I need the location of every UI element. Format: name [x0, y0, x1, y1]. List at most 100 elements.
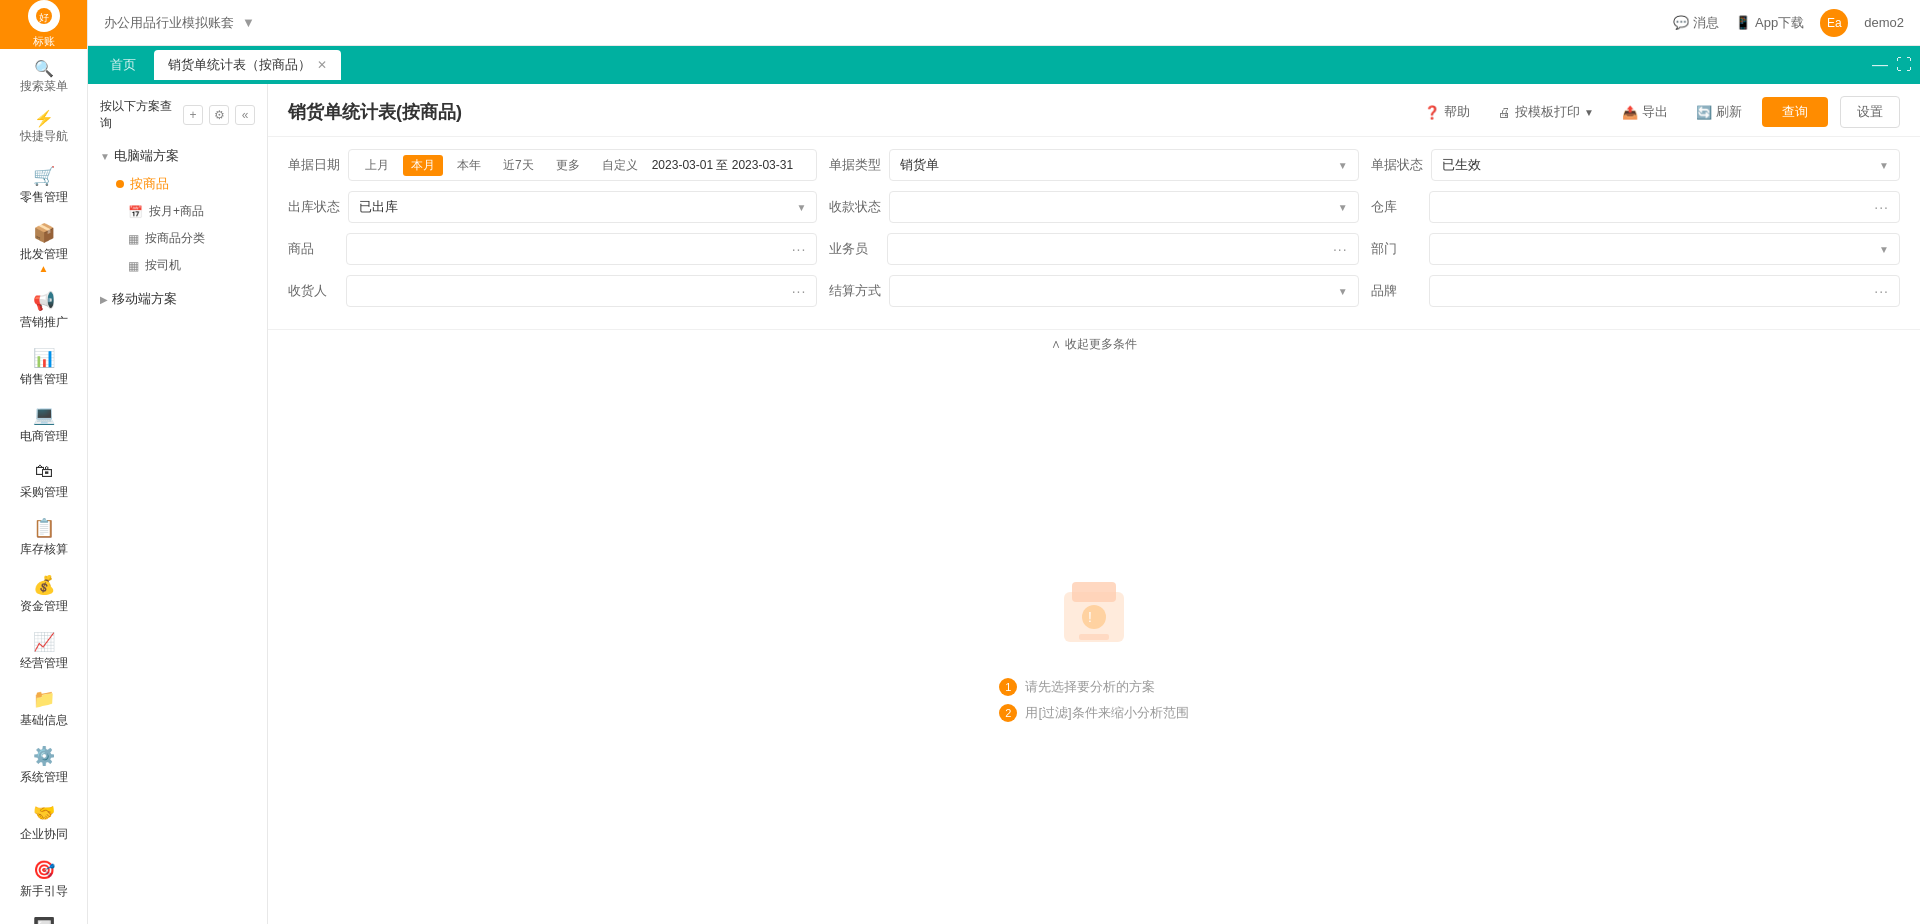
- sidebar-item-inventory[interactable]: 📋 库存核算: [0, 509, 87, 566]
- collapse-label: 收起更多条件: [1065, 337, 1137, 351]
- tab-home[interactable]: 首页: [96, 50, 150, 80]
- tab-sales-stat-close[interactable]: ✕: [317, 59, 327, 71]
- sidebar-item-sales[interactable]: 📊 销售管理: [0, 339, 87, 396]
- page-title: 销货单统计表(按商品): [288, 100, 462, 124]
- doc-status-control[interactable]: 已生效 ▼: [1431, 149, 1900, 181]
- receipt-status-arrow-icon: ▼: [1338, 202, 1348, 213]
- wholesale-label: 批发管理: [20, 246, 68, 263]
- settings-scheme-button[interactable]: ⚙: [209, 105, 229, 125]
- sidebar-item-wholesale[interactable]: 📦 批发管理 ▲: [0, 214, 87, 282]
- goods-control[interactable]: ···: [346, 233, 817, 265]
- collapse-panel-button[interactable]: «: [235, 105, 255, 125]
- export-icon: 📤: [1622, 105, 1638, 120]
- logo-icon: 好: [28, 0, 60, 32]
- help-label: 帮助: [1444, 103, 1470, 121]
- workspace-dropdown-icon[interactable]: ▼: [242, 15, 255, 30]
- sidebar-item-operations[interactable]: 📈 经营管理: [0, 623, 87, 680]
- scheme-panel-header: 按以下方案查询 + ⚙ «: [88, 94, 267, 136]
- sidebar-item-search[interactable]: 🔍 搜索菜单: [0, 49, 87, 101]
- filter-dept: 部门 ▼: [1371, 233, 1900, 265]
- add-scheme-button[interactable]: +: [183, 105, 203, 125]
- date-btn-7days[interactable]: 近7天: [495, 155, 542, 176]
- scheme-item-by-month-product-label: 按月+商品: [149, 203, 204, 220]
- retail-icon: 🛒: [33, 165, 55, 187]
- scheme-item-by-register[interactable]: ▦ 按司机: [88, 252, 267, 279]
- date-btn-last-month[interactable]: 上月: [357, 155, 397, 176]
- date-btn-more[interactable]: 更多: [548, 155, 588, 176]
- system-label: 系统管理: [20, 769, 68, 786]
- message-label: 消息: [1693, 14, 1719, 32]
- sidebar-item-base-info[interactable]: 📁 基础信息: [0, 680, 87, 737]
- message-button[interactable]: 💬 消息: [1673, 14, 1719, 32]
- chevron-down-icon: ▼: [100, 151, 110, 162]
- export-button[interactable]: 📤 导出: [1614, 99, 1676, 125]
- help-button[interactable]: ❓ 帮助: [1416, 99, 1478, 125]
- doc-type-control[interactable]: 销货单 ▼: [889, 149, 1358, 181]
- svg-text:好: 好: [39, 12, 49, 23]
- help-icon: ❓: [1424, 105, 1440, 120]
- sidebar: 好 标账 🔍 搜索菜单 ⚡ 快捷导航 🛒 零售管理 📦 批发管理 ▲ 📢 营销推…: [0, 0, 88, 924]
- filter-doc-status: 单据状态 已生效 ▼: [1371, 149, 1900, 181]
- app-download-label: App下载: [1755, 14, 1804, 32]
- tab-maximize-icon[interactable]: ⛶: [1896, 56, 1912, 74]
- sidebar-item-enterprise[interactable]: 🤝 企业协同: [0, 794, 87, 851]
- receipt-status-control[interactable]: ▼: [889, 191, 1358, 223]
- refresh-button[interactable]: 🔄 刷新: [1688, 99, 1750, 125]
- date-btn-this-year[interactable]: 本年: [449, 155, 489, 176]
- sidebar-item-retail[interactable]: 🛒 零售管理: [0, 157, 87, 214]
- sidebar-item-ecommerce[interactable]: 💻 电商管理: [0, 396, 87, 453]
- doc-status-value: 已生效: [1442, 156, 1875, 174]
- tab-sales-stat[interactable]: 销货单统计表（按商品） ✕: [154, 50, 341, 80]
- sidebar-item-app-center[interactable]: 🔲 应用中心: [0, 908, 87, 924]
- tab-controls: — ⛶: [1872, 56, 1912, 74]
- scheme-item-by-month-product[interactable]: 📅 按月+商品: [88, 198, 267, 225]
- sidebar-item-quick-nav[interactable]: ⚡ 快捷导航: [0, 101, 87, 149]
- purchase-label: 采购管理: [20, 484, 68, 501]
- scheme-group-pc-header[interactable]: ▼ 电脑端方案: [88, 142, 267, 170]
- brand-control[interactable]: ···: [1429, 275, 1900, 307]
- purchase-icon: 🛍: [35, 461, 53, 482]
- header-actions: ❓ 帮助 🖨 按模板打印 ▼ 📤 导出 🔄 刷新: [1416, 96, 1900, 128]
- date-range-value: 2023-03-01 至 2023-03-31: [652, 157, 793, 174]
- filter-section: 单据日期 上月 本月 本年 近7天 更多 自定义 2023-03-01 至 20…: [268, 137, 1920, 329]
- sidebar-item-new-guide[interactable]: 🎯 新手引导: [0, 851, 87, 908]
- svg-rect-6: [1079, 634, 1109, 640]
- template-print-button[interactable]: 🖨 按模板打印 ▼: [1490, 99, 1602, 125]
- scheme-header-label: 按以下方案查询: [100, 98, 179, 132]
- query-button[interactable]: 查询: [1762, 97, 1828, 127]
- staff-control[interactable]: ···: [887, 233, 1358, 265]
- scheme-item-by-category[interactable]: ▦ 按商品分类: [88, 225, 267, 252]
- scheme-item-by-register-label: 按司机: [145, 257, 181, 274]
- dept-control[interactable]: ▼: [1429, 233, 1900, 265]
- sidebar-item-system[interactable]: ⚙️ 系统管理: [0, 737, 87, 794]
- user-avatar[interactable]: Ea: [1820, 9, 1848, 37]
- settings-button[interactable]: 设置: [1840, 96, 1900, 128]
- collapse-bar[interactable]: ∧ 收起更多条件: [268, 329, 1920, 359]
- content-area: 按以下方案查询 + ⚙ « ▼ 电脑端方案 按商品 📅 按月+商品: [88, 84, 1920, 924]
- date-btn-this-month[interactable]: 本月: [403, 155, 443, 176]
- dept-label: 部门: [1371, 240, 1421, 258]
- operations-icon: 📈: [33, 631, 55, 653]
- consignee-control[interactable]: ···: [346, 275, 817, 307]
- scheme-group-mobile-header[interactable]: ▶ 移动端方案: [88, 285, 267, 313]
- topbar-left: 办公用品行业模拟账套 ▼: [104, 14, 255, 32]
- empty-tip-1: 1 请先选择要分析的方案: [999, 678, 1188, 696]
- warehouse-status-control[interactable]: 已出库 ▼: [348, 191, 817, 223]
- warehouse-status-arrow-icon: ▼: [796, 202, 806, 213]
- scheme-item-by-product[interactable]: 按商品: [88, 170, 267, 198]
- sidebar-item-finance[interactable]: 💰 资金管理: [0, 566, 87, 623]
- new-guide-label: 新手引导: [20, 883, 68, 900]
- date-btn-custom[interactable]: 自定义: [594, 155, 646, 176]
- warehouse-control[interactable]: ···: [1429, 191, 1900, 223]
- sidebar-item-marketing[interactable]: 📢 营销推广: [0, 282, 87, 339]
- tip-2-num: 2: [999, 704, 1017, 722]
- payment-control[interactable]: ▼: [889, 275, 1358, 307]
- tab-minimize-icon[interactable]: —: [1872, 56, 1888, 74]
- sales-icon: 📊: [33, 347, 55, 369]
- app-download-button[interactable]: 📱 App下载: [1735, 14, 1804, 32]
- finance-icon: 💰: [33, 574, 55, 596]
- date-filter-control[interactable]: 上月 本月 本年 近7天 更多 自定义 2023-03-01 至 2023-03…: [348, 149, 817, 181]
- filter-goods: 商品 ···: [288, 233, 817, 265]
- scheme-group-pc-label: 电脑端方案: [114, 147, 179, 165]
- sidebar-item-purchase[interactable]: 🛍 采购管理: [0, 453, 87, 509]
